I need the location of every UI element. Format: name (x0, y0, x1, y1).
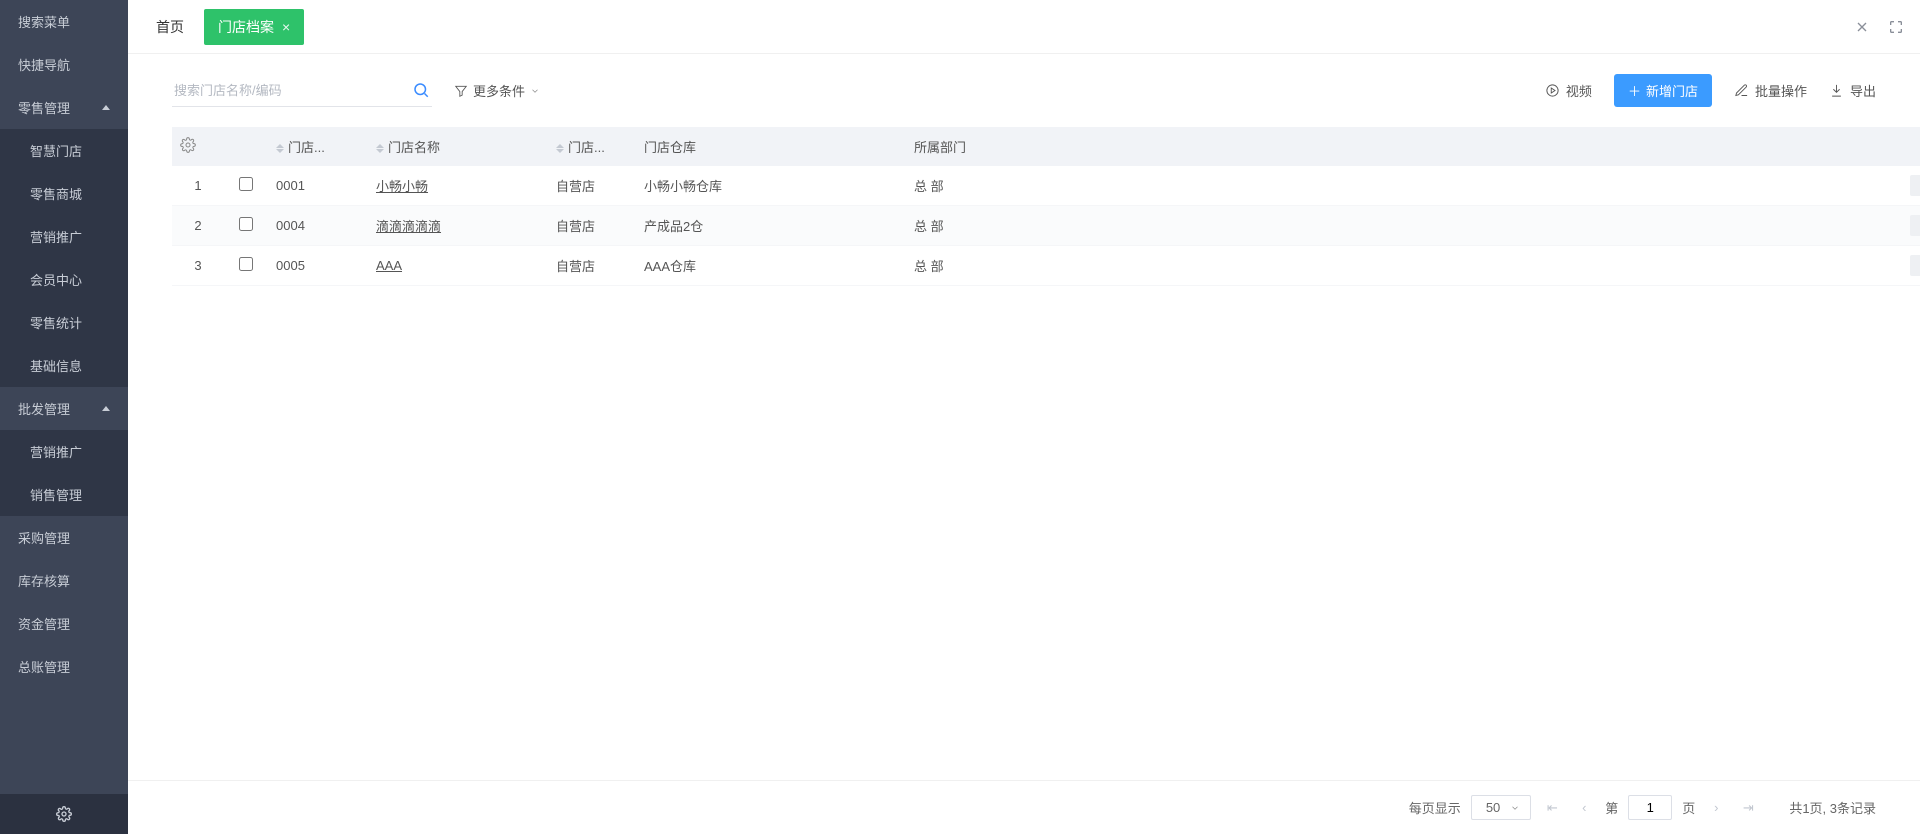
video-button[interactable]: 视频 (1545, 81, 1592, 100)
th-dept: 所属部门 (906, 127, 1406, 166)
status-badge: 正常 (1910, 255, 1920, 276)
status-badge: 正常 (1910, 175, 1920, 196)
cell-warehouse: 小畅小畅仓库 (636, 166, 906, 206)
th-code[interactable]: 门店... (268, 127, 368, 166)
pager: 每页显示 50 ⇤ ‹ 第 页 › ⇥ 共1页, 3条记录 (128, 780, 1920, 834)
sidebar-item[interactable]: 搜索菜单 (0, 0, 128, 43)
sidebar-item[interactable]: 基础信息 (0, 344, 128, 387)
next-page-button[interactable]: › (1705, 797, 1727, 819)
add-store-button[interactable]: ＋ 新增门店 (1614, 74, 1712, 107)
chevron-up-icon (102, 105, 110, 110)
sidebar: 搜索菜单快捷导航零售管理智慧门店零售商城营销推广会员中心零售统计基础信息批发管理… (0, 0, 128, 834)
sidebar-item[interactable]: 库存核算 (0, 559, 128, 602)
cell-code: 0005 (268, 246, 368, 286)
last-page-button[interactable]: ⇥ (1737, 797, 1759, 819)
th-type[interactable]: 门店... (548, 127, 636, 166)
row-index: 1 (172, 166, 224, 206)
sidebar-item[interactable]: 总账管理 (0, 645, 128, 688)
play-circle-icon (1545, 83, 1560, 98)
th-status[interactable]: 状态 (1406, 127, 1920, 166)
store-name-link[interactable]: 滴滴滴滴滴 (376, 219, 441, 234)
tab-label: 门店档案 (218, 17, 274, 37)
th-name[interactable]: 门店名称 (368, 127, 548, 166)
cell-dept: 总 部 (906, 246, 1406, 286)
cell-type: 自营店 (548, 246, 636, 286)
page-prefix: 第 (1605, 798, 1618, 817)
sidebar-item[interactable]: 营销推广 (0, 430, 128, 473)
cell-warehouse: 产成品2仓 (636, 206, 906, 246)
per-page-value: 50 (1486, 800, 1500, 815)
cell-type: 自营店 (548, 206, 636, 246)
sidebar-item[interactable]: 智慧门店 (0, 129, 128, 172)
prev-page-button[interactable]: ‹ (1573, 797, 1595, 819)
per-page-label: 每页显示 (1409, 798, 1461, 817)
row-checkbox[interactable] (239, 257, 253, 271)
sidebar-item[interactable]: 会员中心 (0, 258, 128, 301)
sidebar-group[interactable]: 批发管理 (0, 387, 128, 430)
sidebar-item[interactable]: 采购管理 (0, 516, 128, 559)
column-settings-button[interactable] (172, 127, 224, 166)
sidebar-item[interactable]: 快捷导航 (0, 43, 128, 86)
chevron-up-icon (102, 406, 110, 411)
sidebar-settings[interactable] (0, 794, 128, 834)
funnel-icon (454, 84, 468, 98)
sidebar-item-label: 批发管理 (18, 399, 70, 418)
cell-dept: 总 部 (906, 206, 1406, 246)
first-page-button[interactable]: ⇤ (1541, 797, 1563, 819)
more-filter-button[interactable]: 更多条件 (454, 81, 540, 100)
sidebar-item[interactable]: 资金管理 (0, 602, 128, 645)
batch-button[interactable]: 批量操作 (1734, 81, 1807, 100)
edit-icon (1734, 83, 1749, 98)
store-name-link[interactable]: 小畅小畅 (376, 179, 428, 194)
sidebar-item[interactable]: 零售统计 (0, 301, 128, 344)
per-page-select[interactable]: 50 (1471, 795, 1531, 820)
tabbar: 首页 门店档案 × (128, 0, 1920, 54)
table-row: 3 0005 AAA 自营店AAA仓库总 部 正常 (172, 246, 1920, 286)
more-filter-label: 更多条件 (473, 81, 525, 100)
sidebar-item-label: 零售管理 (18, 98, 70, 117)
fullscreen-button[interactable] (1886, 17, 1906, 37)
export-icon (1829, 83, 1844, 98)
th-warehouse: 门店仓库 (636, 127, 906, 166)
plus-icon: ＋ (1628, 81, 1641, 100)
sidebar-item[interactable]: 零售商城 (0, 172, 128, 215)
row-checkbox[interactable] (239, 177, 253, 191)
tab-store-archive[interactable]: 门店档案 × (204, 9, 304, 45)
row-index: 3 (172, 246, 224, 286)
sidebar-item[interactable]: 销售管理 (0, 473, 128, 516)
cell-dept: 总 部 (906, 166, 1406, 206)
page-suffix: 页 (1682, 798, 1695, 817)
th-checkbox (224, 127, 268, 166)
close-all-button[interactable] (1852, 17, 1872, 37)
close-icon[interactable]: × (282, 19, 290, 35)
cell-warehouse: AAA仓库 (636, 246, 906, 286)
table-row: 1 0001 小畅小畅 自营店小畅小畅仓库总 部 正常 (172, 166, 1920, 206)
main-content: 首页 门店档案 × 更多条件 (128, 0, 1920, 834)
video-label: 视频 (1566, 81, 1592, 100)
row-index: 2 (172, 206, 224, 246)
search-icon[interactable] (412, 81, 430, 99)
chevron-down-icon (1510, 803, 1520, 813)
add-store-label: 新增门店 (1646, 81, 1698, 100)
chevron-down-icon (530, 86, 540, 96)
table-row: 2 0004 滴滴滴滴滴 自营店产成品2仓总 部 正常 (172, 206, 1920, 246)
store-name-link[interactable]: AAA (376, 258, 402, 273)
export-label: 导出 (1850, 81, 1876, 100)
pager-summary: 共1页, 3条记录 (1789, 798, 1876, 817)
tab-home[interactable]: 首页 (142, 9, 198, 45)
search-input[interactable] (172, 75, 432, 107)
row-checkbox[interactable] (239, 217, 253, 231)
cell-code: 0004 (268, 206, 368, 246)
store-table: 门店... 门店名称 门店... 门店仓库 所属部门 状态 操作 10001小畅… (172, 127, 1920, 286)
page-input[interactable] (1628, 795, 1672, 820)
export-button[interactable]: 导出 (1829, 81, 1876, 100)
gear-icon (56, 806, 72, 822)
cell-type: 自营店 (548, 166, 636, 206)
toolbar: 更多条件 视频 ＋ 新增门店 批量操作 导出 (128, 54, 1920, 127)
cell-code: 0001 (268, 166, 368, 206)
status-badge: 正常 (1910, 215, 1920, 236)
sidebar-item[interactable]: 营销推广 (0, 215, 128, 258)
batch-label: 批量操作 (1755, 81, 1807, 100)
sidebar-group[interactable]: 零售管理 (0, 86, 128, 129)
